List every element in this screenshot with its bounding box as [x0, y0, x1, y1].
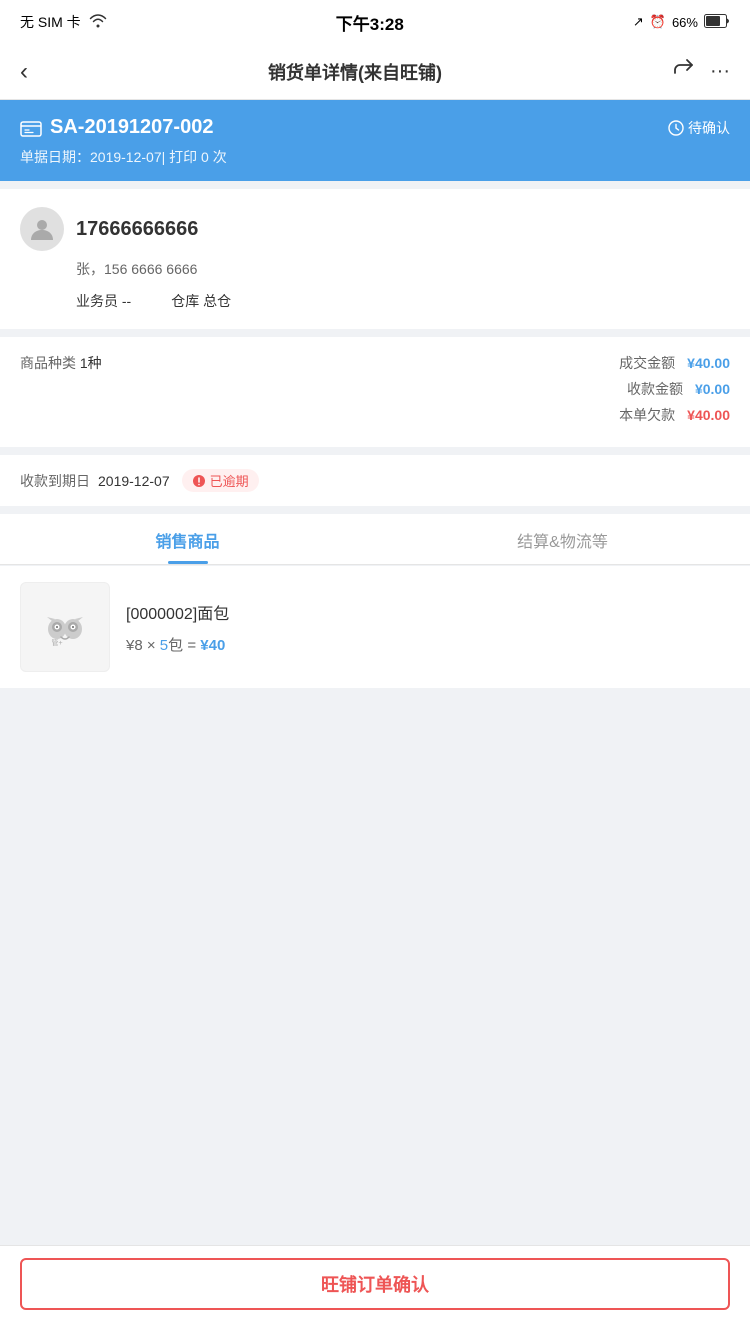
status-time: 下午3:28 — [336, 10, 404, 35]
overdue-badge: 已逾期 — [182, 469, 259, 492]
tab-sales[interactable]: 销售商品 — [0, 514, 375, 564]
wifi-icon — [89, 14, 107, 31]
nav-actions: ··· — [672, 58, 730, 86]
battery-text: 66% — [672, 15, 698, 30]
tab-settlement[interactable]: 结算&物流等 — [375, 514, 750, 564]
share-icon[interactable] — [672, 58, 694, 86]
battery-icon — [704, 14, 730, 31]
product-thumbnail: 管+ — [20, 582, 110, 672]
warehouse-field: 仓库 总仓 — [171, 291, 231, 311]
alarm-icon: ⏰ — [650, 14, 666, 30]
customer-phone: 17666666666 — [76, 218, 198, 241]
order-date: 单据日期：2019-12-07| 打印 0 次 — [20, 147, 730, 167]
location-icon: ↗ — [633, 14, 644, 30]
nav-bar: ‹ 销货单详情(来自旺铺) ··· — [0, 44, 750, 100]
tabs-section: 销售商品 结算&物流等 — [0, 514, 750, 565]
sim-text: 无 SIM 卡 — [20, 12, 81, 32]
content-area — [0, 688, 750, 968]
product-price-row: ¥8 × 5包 = ¥40 — [126, 634, 730, 655]
status-bar: 无 SIM 卡 下午3:28 ↗ ⏰ 66% — [0, 0, 750, 44]
status-left: 无 SIM 卡 — [20, 12, 107, 32]
salesperson-field: 业务员 -- — [76, 291, 131, 311]
product-name: [0000002]面包 — [126, 600, 730, 624]
order-header: SA-20191207-002 待确认 单据日期：2019-12-07| 打印 … — [0, 100, 750, 181]
product-item: 管+ [0000002]面包 ¥8 × 5包 = ¥40 — [0, 566, 750, 688]
bottom-area: 旺铺订单确认 — [0, 1245, 750, 1334]
page-title: 销货单详情(来自旺铺) — [38, 59, 672, 85]
confirm-order-button[interactable]: 旺铺订单确认 — [20, 1258, 730, 1310]
customer-section: 17666666666 张，156 6666 6666 业务员 -- 仓库 总仓 — [0, 189, 750, 329]
back-button[interactable]: ‹ — [20, 58, 28, 86]
amount-summary: 成交金额 ¥40.00 收款金额 ¥0.00 本单欠款 ¥40.00 — [619, 353, 730, 431]
more-icon[interactable]: ··· — [710, 60, 730, 83]
avatar — [20, 207, 64, 251]
product-type: 商品种类 1种 — [20, 353, 102, 373]
due-section: 收款到期日 2019-12-07 已逾期 — [0, 455, 750, 506]
status-right: ↗ ⏰ 66% — [633, 14, 730, 31]
product-info: [0000002]面包 ¥8 × 5包 = ¥40 — [126, 600, 730, 655]
order-status: 待确认 — [668, 118, 730, 138]
svg-text:管+: 管+ — [51, 638, 62, 647]
customer-meta: 业务员 -- 仓库 总仓 — [20, 291, 730, 311]
customer-name: 张，156 6666 6666 — [20, 259, 730, 279]
order-id: SA-20191207-002 — [20, 116, 213, 139]
summary-section: 商品种类 1种 成交金额 ¥40.00 收款金额 ¥0.00 本单欠款 ¥40.… — [0, 337, 750, 447]
product-section: 管+ [0000002]面包 ¥8 × 5包 = ¥40 — [0, 566, 750, 688]
